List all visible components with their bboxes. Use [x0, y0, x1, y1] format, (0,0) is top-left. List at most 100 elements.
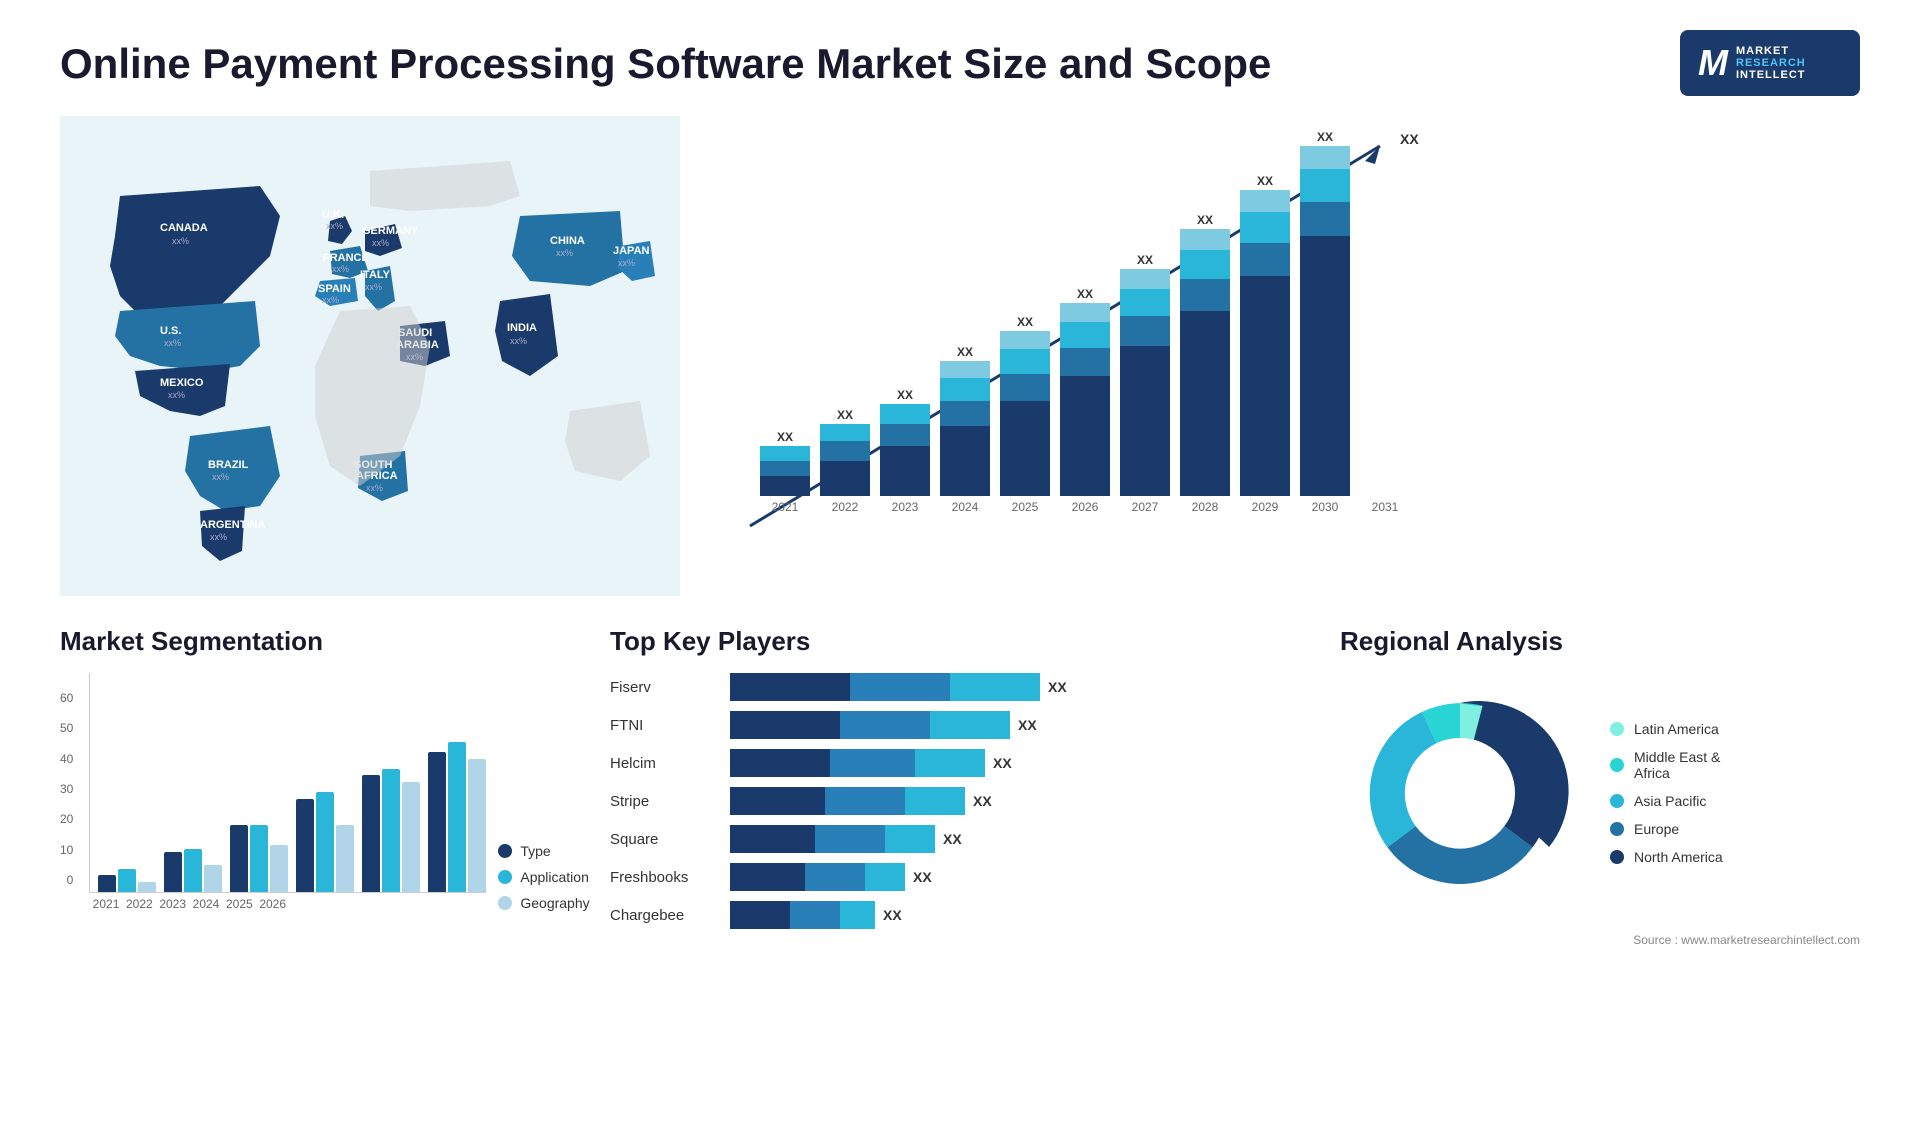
seg-x-2024: 2024: [193, 897, 220, 911]
seg-group-2022: [164, 849, 222, 892]
player-row-freshbooks: Freshbooks XX: [610, 863, 1310, 891]
svg-text:xx%: xx%: [556, 248, 573, 258]
svg-text:xx%: xx%: [618, 258, 635, 268]
seg-bar-type-2025: [362, 775, 380, 892]
player-name-square: Square: [610, 831, 720, 848]
svg-text:xx%: xx%: [168, 390, 185, 400]
svg-text:xx%: xx%: [210, 532, 227, 542]
seg-bar-app-2025: [382, 769, 400, 892]
regional-legend: Latin America Middle East &Africa Asia P…: [1610, 721, 1723, 865]
player-name-freshbooks: Freshbooks: [610, 869, 720, 886]
svg-text:xx%: xx%: [365, 282, 382, 292]
svg-text:XX: XX: [1137, 253, 1153, 267]
dot-latin-america: [1610, 722, 1624, 736]
seg-bar-geo-2021: [138, 882, 156, 892]
player-name-fiserv: Fiserv: [610, 679, 720, 696]
svg-text:2023: 2023: [892, 500, 919, 514]
seg-bar-type-2022: [164, 852, 182, 892]
svg-text:XX: XX: [957, 345, 973, 359]
seg-bar-app-2022: [184, 849, 202, 892]
bar-chart-section: XX 2021 XX 2022 XX 2023: [700, 116, 1860, 596]
player-name-ftni: FTNI: [610, 717, 720, 734]
players-title: Top Key Players: [610, 626, 1310, 657]
player-bar-freshbooks: XX: [730, 863, 1310, 891]
donut-svg: [1340, 673, 1580, 913]
dot-europe: [1610, 822, 1624, 836]
svg-text:xx%: xx%: [332, 264, 349, 274]
svg-text:BRAZIL: BRAZIL: [208, 459, 249, 471]
legend-application: Application: [498, 869, 589, 885]
header: Online Payment Processing Software Marke…: [60, 30, 1860, 96]
main-grid: CANADA xx% U.S. xx% MEXICO xx% BRAZIL xx…: [60, 116, 1860, 616]
dot-north-america: [1610, 850, 1624, 864]
player-row-helcim: Helcim XX: [610, 749, 1310, 777]
seg-x-2021: 2021: [93, 897, 120, 911]
svg-text:xx%: xx%: [212, 472, 229, 482]
svg-text:xx%: xx%: [326, 221, 343, 231]
seg-bar-type-2023: [230, 825, 248, 892]
seg-bar-geo-2025: [402, 782, 420, 892]
seg-legend: Type Application Geography: [498, 843, 589, 911]
svg-text:xx%: xx%: [510, 336, 527, 346]
logo-letter: M: [1698, 42, 1728, 84]
svg-text:U.K.: U.K.: [322, 209, 344, 221]
player-value-square: XX: [943, 831, 962, 847]
player-value-freshbooks: XX: [913, 869, 932, 885]
seg-group-2026: [428, 742, 486, 892]
seg-bar-app-2024: [316, 792, 334, 892]
svg-text:XX: XX: [1017, 315, 1033, 329]
seg-x-2025: 2025: [226, 897, 253, 911]
svg-text:FRANCE: FRANCE: [323, 252, 369, 264]
source-text: Source : www.marketresearchintellect.com: [1340, 933, 1860, 947]
player-bar-stripe: XX: [730, 787, 1310, 815]
regional-legend-north-america: North America: [1610, 849, 1723, 865]
label-latin-america: Latin America: [1634, 721, 1719, 737]
svg-text:SPAIN: SPAIN: [318, 283, 351, 295]
seg-y-30: 30: [60, 782, 73, 796]
seg-bar-app-2023: [250, 825, 268, 892]
svg-text:MEXICO: MEXICO: [160, 377, 204, 389]
bottom-grid: Market Segmentation 60 50 40 30 20 10 0: [60, 626, 1860, 947]
svg-text:INDIA: INDIA: [507, 322, 537, 334]
svg-text:2021: 2021: [772, 500, 799, 514]
seg-y-20: 20: [60, 812, 73, 826]
regional-legend-asia: Asia Pacific: [1610, 793, 1723, 809]
seg-group-2024: [296, 792, 354, 892]
legend-dot-application: [498, 870, 512, 884]
svg-text:XX: XX: [1077, 287, 1093, 301]
seg-x-2022: 2022: [126, 897, 153, 911]
seg-bar-geo-2024: [336, 825, 354, 892]
legend-dot-geography: [498, 896, 512, 910]
page-container: Online Payment Processing Software Marke…: [0, 0, 1920, 1146]
seg-group-2021: [98, 869, 156, 892]
svg-text:CHINA: CHINA: [550, 235, 585, 247]
seg-group-2023: [230, 825, 288, 892]
svg-text:XX: XX: [837, 408, 853, 422]
player-value-fiserv: XX: [1048, 679, 1067, 695]
svg-text:JAPAN: JAPAN: [613, 245, 650, 257]
player-row-fiserv: Fiserv XX: [610, 673, 1310, 701]
trend-chart-svg: XX 2021 XX 2022 XX 2023: [720, 126, 1420, 566]
regional-title: Regional Analysis: [1340, 626, 1860, 657]
player-name-stripe: Stripe: [610, 793, 720, 810]
label-north-america: North America: [1634, 849, 1723, 865]
seg-y-0: 0: [60, 873, 73, 887]
svg-text:2025: 2025: [1012, 500, 1039, 514]
map-section: CANADA xx% U.S. xx% MEXICO xx% BRAZIL xx…: [60, 116, 680, 596]
regional-section: Regional Analysis: [1340, 626, 1860, 947]
player-bar-ftni: XX: [730, 711, 1310, 739]
svg-text:xx%: xx%: [366, 483, 383, 493]
svg-text:XX: XX: [1257, 174, 1273, 188]
logo-line3: INTELLECT: [1736, 69, 1806, 81]
players-list: Fiserv XX FTNI: [610, 673, 1310, 929]
svg-text:2024: 2024: [952, 500, 979, 514]
seg-bar-geo-2026: [468, 759, 486, 892]
segmentation-section: Market Segmentation 60 50 40 30 20 10 0: [60, 626, 580, 947]
label-middle-east: Middle East &Africa: [1634, 749, 1720, 781]
svg-text:2022: 2022: [832, 500, 859, 514]
seg-bar-app-2021: [118, 869, 136, 892]
seg-bar-geo-2023: [270, 845, 288, 892]
player-value-helcim: XX: [993, 755, 1012, 771]
player-value-chargebee: XX: [883, 907, 902, 923]
player-row-square: Square XX: [610, 825, 1310, 853]
